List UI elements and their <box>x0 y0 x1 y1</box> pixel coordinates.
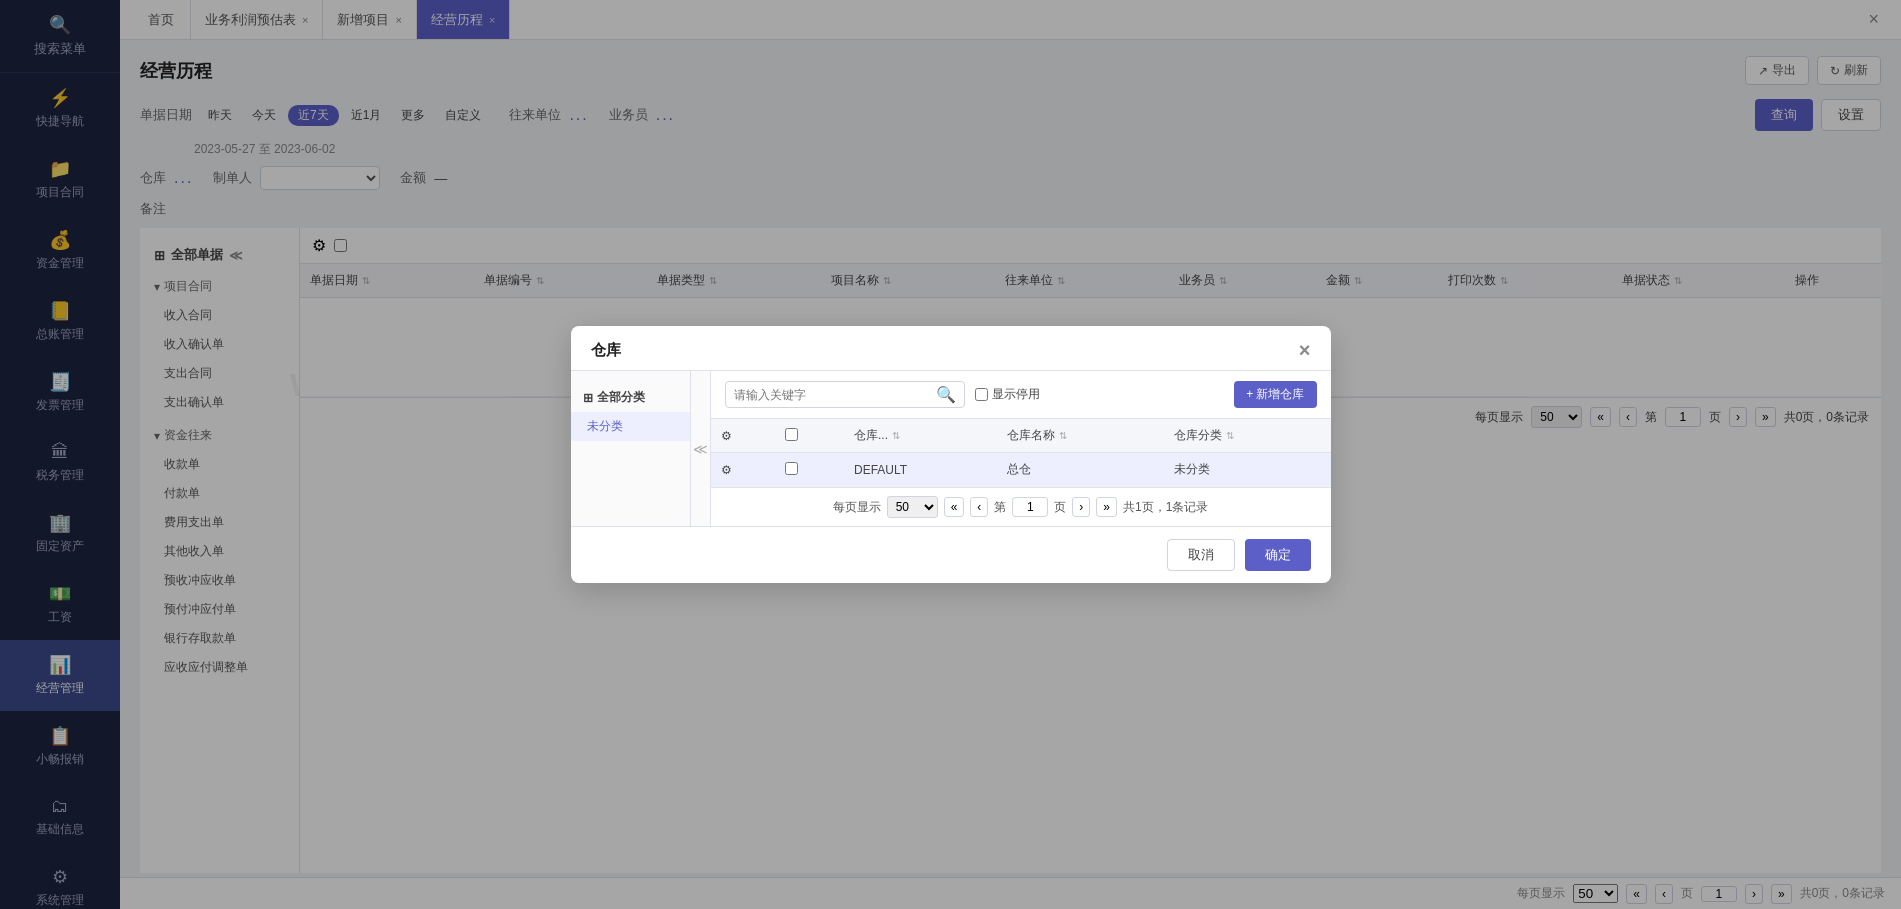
modal-search-input[interactable] <box>734 388 930 402</box>
modal-last-btn[interactable]: » <box>1096 497 1117 517</box>
modal-pagination: 每页显示 50100200 « ‹ 第 页 › » 共1页，1条记录 <box>711 487 1331 526</box>
modal-header: 仓库 × <box>571 326 1331 371</box>
modal-search-icon[interactable]: 🔍 <box>936 385 956 404</box>
modal-col-category: 仓库分类⇅ <box>1164 419 1331 453</box>
modal-grid-icon: ⊞ <box>583 391 593 405</box>
show-disabled-checkbox[interactable] <box>975 388 988 401</box>
modal-body: ⊞ 全部分类 未分类 ≪ 🔍 显示停用 <box>571 371 1331 526</box>
table-row[interactable]: ⚙ DEFAULT 总仓 未分类 <box>711 453 1331 487</box>
cancel-button[interactable]: 取消 <box>1167 539 1235 571</box>
modal-row-code: DEFAULT <box>844 453 997 487</box>
modal-collapse-btn[interactable]: ≪ <box>691 371 711 526</box>
modal-col-checkbox <box>775 419 844 453</box>
modal-close-icon[interactable]: × <box>1299 340 1311 360</box>
collapse-icon: ≪ <box>693 441 708 457</box>
modal-title: 仓库 <box>591 341 621 360</box>
show-disabled-label[interactable]: 显示停用 <box>975 386 1040 403</box>
modal-warehouse-table: ⚙ 仓库...⇅ 仓库名称⇅ 仓库分类⇅ ⚙ DEFAULT <box>711 419 1331 487</box>
modal-table-wrap: ⚙ 仓库...⇅ 仓库名称⇅ 仓库分类⇅ ⚙ DEFAULT <box>711 419 1331 487</box>
modal-left-panel: ⊞ 全部分类 未分类 <box>571 371 691 526</box>
modal-right-panel: 🔍 显示停用 + 新增仓库 ⚙ 仓库...⇅ <box>711 371 1331 526</box>
modal-page-suffix: 页 <box>1054 499 1066 516</box>
modal-select-all[interactable] <box>785 428 798 441</box>
modal-footer: 取消 确定 <box>571 526 1331 583</box>
modal-per-page-select[interactable]: 50100200 <box>887 496 938 518</box>
confirm-button[interactable]: 确定 <box>1245 539 1311 571</box>
modal-col-name: 仓库名称⇅ <box>997 419 1164 453</box>
modal-table-header: ⚙ 仓库...⇅ 仓库名称⇅ 仓库分类⇅ <box>711 419 1331 453</box>
modal-col-settings[interactable]: ⚙ <box>711 419 776 453</box>
modal-row-settings[interactable]: ⚙ <box>711 453 776 487</box>
modal-total-label: 共1页，1条记录 <box>1123 499 1208 516</box>
modal-row-checkbox[interactable] <box>775 453 844 487</box>
add-warehouse-button[interactable]: + 新增仓库 <box>1234 381 1316 408</box>
modal-next-btn[interactable]: › <box>1072 497 1090 517</box>
warehouse-modal: 仓库 × ⊞ 全部分类 未分类 ≪ 🔍 <box>571 326 1331 583</box>
modal-first-btn[interactable]: « <box>944 497 965 517</box>
modal-page-input[interactable] <box>1012 497 1048 517</box>
modal-page-label: 第 <box>994 499 1006 516</box>
modal-row-category: 未分类 <box>1164 453 1331 487</box>
modal-per-page-label: 每页显示 <box>833 499 881 516</box>
modal-row-name: 总仓 <box>997 453 1164 487</box>
modal-category-header[interactable]: ⊞ 全部分类 <box>571 383 690 412</box>
modal-prev-btn[interactable]: ‹ <box>970 497 988 517</box>
modal-overlay: 仓库 × ⊞ 全部分类 未分类 ≪ 🔍 <box>0 0 1901 909</box>
modal-toolbar: 🔍 显示停用 + 新增仓库 <box>711 371 1331 419</box>
modal-col-code: 仓库...⇅ <box>844 419 997 453</box>
modal-category-unclassified[interactable]: 未分类 <box>571 412 690 441</box>
modal-search-box: 🔍 <box>725 381 965 408</box>
